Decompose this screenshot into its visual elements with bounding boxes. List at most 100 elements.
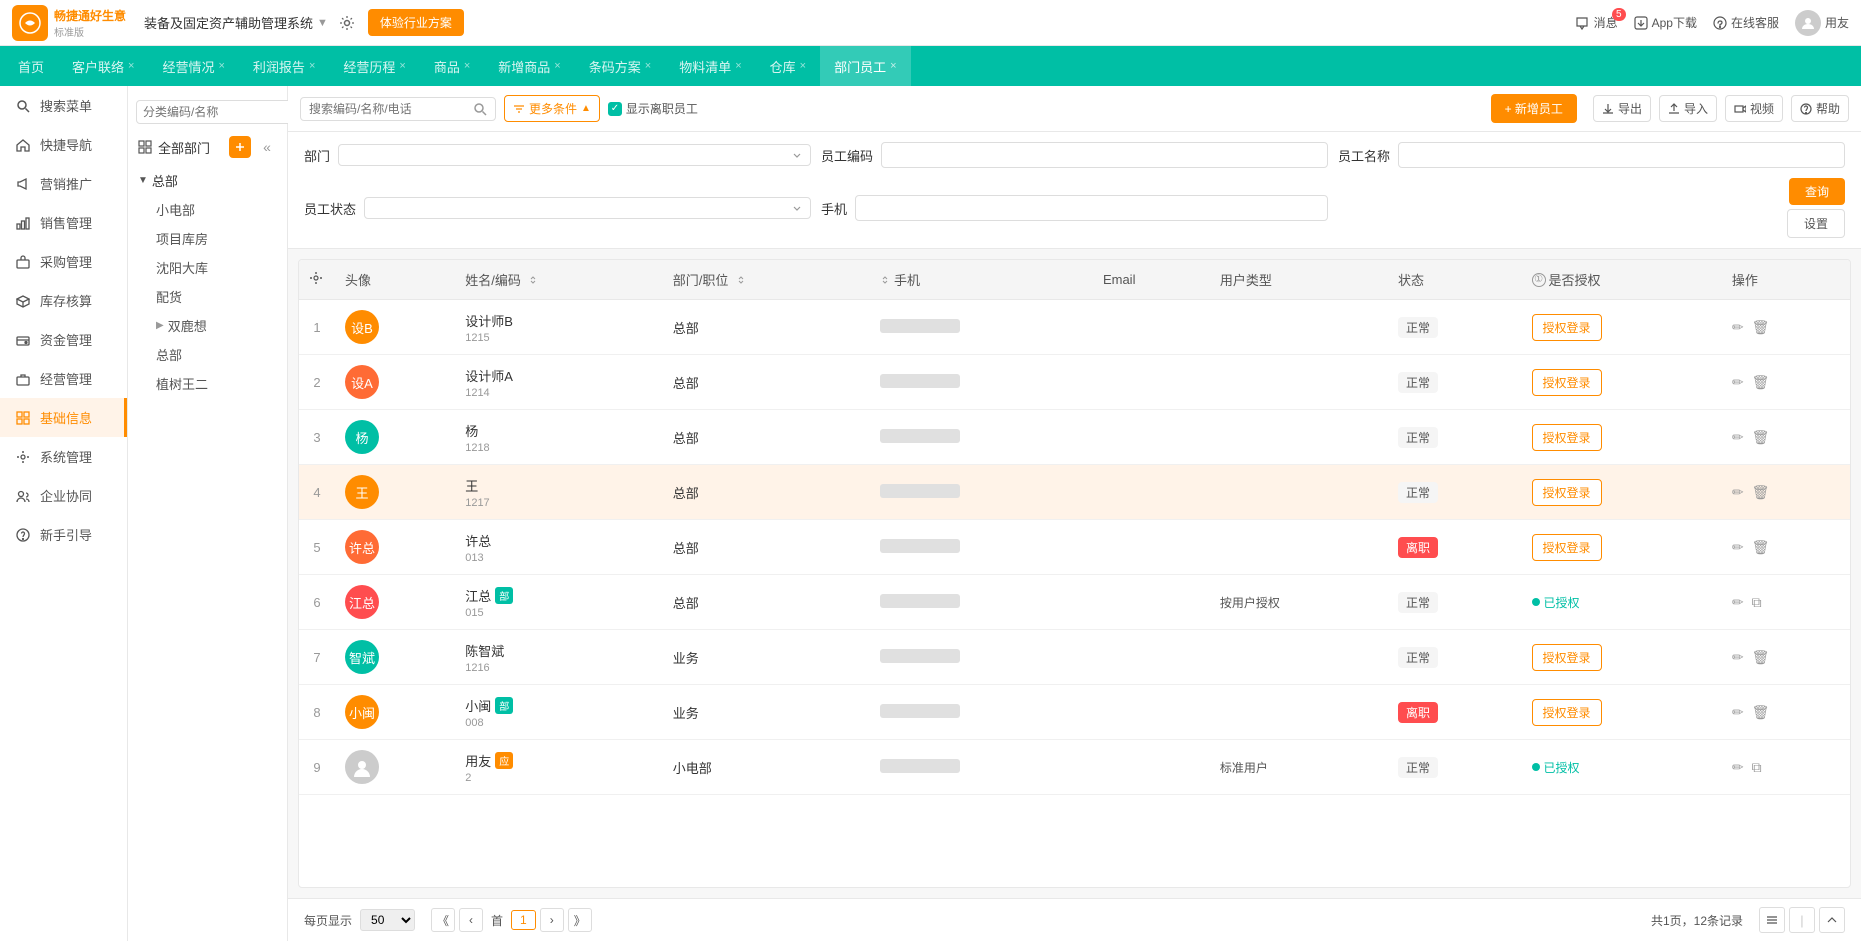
dropdown-arrow-icon[interactable]: ▼ <box>317 17 328 29</box>
tab-close-icon[interactable]: × <box>309 60 315 72</box>
user-menu[interactable]: 用友 <box>1795 10 1849 36</box>
auth-button[interactable]: 授权登录 <box>1532 699 1602 726</box>
tab-close-icon[interactable]: × <box>800 60 806 72</box>
dept-node-project[interactable]: 项目库房 <box>128 224 287 253</box>
app-download-button[interactable]: App下载 <box>1634 14 1697 31</box>
tab-close-icon[interactable]: × <box>218 60 224 72</box>
page-last-button[interactable]: 》 <box>568 908 592 932</box>
auth-button[interactable]: 授权登录 <box>1532 479 1602 506</box>
page-next-button[interactable]: › <box>540 908 564 932</box>
edit-icon[interactable]: ✏ <box>1732 539 1744 556</box>
page-first-button[interactable]: 《 <box>431 908 455 932</box>
tab-operation[interactable]: 经营情况 × <box>148 46 238 86</box>
th-phone[interactable]: 手机 <box>870 260 1093 300</box>
sidebar-item-sales[interactable]: 销售管理 <box>0 203 127 242</box>
settings-icon[interactable] <box>334 10 360 36</box>
dept-node-distribution[interactable]: 配货 <box>128 282 287 311</box>
auth-button[interactable]: 授权登录 <box>1532 369 1602 396</box>
more-filter-button[interactable]: 更多条件 ▲ <box>504 95 600 122</box>
sidebar-item-finance[interactable]: 资金管理 <box>0 320 127 359</box>
dept-search-input[interactable] <box>136 100 305 124</box>
delete-icon[interactable]: 🗑 <box>1752 374 1770 391</box>
edit-icon[interactable]: ✏ <box>1732 319 1744 336</box>
th-settings[interactable] <box>299 260 335 300</box>
auth-button[interactable]: 授权登录 <box>1532 314 1602 341</box>
emp-status-select[interactable] <box>364 197 811 219</box>
sidebar-item-search[interactable]: 搜索菜单 <box>0 86 127 125</box>
tab-customer[interactable]: 客户联络 × <box>58 46 148 86</box>
edit-icon[interactable]: ✏ <box>1732 484 1744 501</box>
delete-icon[interactable]: 🗑 <box>1752 319 1770 336</box>
sidebar-item-guide[interactable]: 新手引导 <box>0 515 127 554</box>
show-resigned-checkbox[interactable]: ✓ 显示离职员工 <box>608 100 698 117</box>
delete-icon[interactable]: 🗑 <box>1752 484 1770 501</box>
sidebar-item-system[interactable]: 系统管理 <box>0 437 127 476</box>
dept-node-small-elec[interactable]: 小电部 <box>128 195 287 224</box>
th-name-code[interactable]: 姓名/编码 <box>455 260 663 300</box>
help-button[interactable]: 帮助 <box>1791 95 1849 122</box>
tab-close-icon[interactable]: × <box>464 60 470 72</box>
tab-history[interactable]: 经营历程 × <box>329 46 419 86</box>
tab-goods[interactable]: 商品 × <box>420 46 484 86</box>
sidebar-item-basic-info[interactable]: 基础信息 <box>0 398 127 437</box>
tab-close-icon[interactable]: × <box>399 60 405 72</box>
import-button[interactable]: 导入 <box>1659 95 1717 122</box>
dept-node-shenyang[interactable]: 沈阳大库 <box>128 253 287 282</box>
delete-icon[interactable]: 🗑 <box>1752 649 1770 666</box>
auth-button[interactable]: 授权登录 <box>1532 424 1602 451</box>
dept-node-plant[interactable]: 植树王二 <box>128 369 287 398</box>
page-size-select[interactable]: 50 20 100 <box>360 909 415 931</box>
tab-home[interactable]: 首页 <box>4 46 58 86</box>
page-current[interactable]: 1 <box>511 910 536 930</box>
edit-icon[interactable]: ✏ <box>1732 594 1744 611</box>
tab-profit[interactable]: 利润报告 × <box>239 46 329 86</box>
online-service-button[interactable]: 在线客服 <box>1713 14 1779 31</box>
sidebar-item-marketing[interactable]: 营销推广 <box>0 164 127 203</box>
edit-icon[interactable]: ✏ <box>1732 429 1744 446</box>
edit-icon[interactable]: ✏ <box>1732 759 1744 776</box>
edit-icon[interactable]: ✏ <box>1732 704 1744 721</box>
tab-new-goods[interactable]: 新增商品 × <box>484 46 574 86</box>
edit-view-button[interactable] <box>1819 907 1845 933</box>
sidebar-item-purchase[interactable]: 采购管理 <box>0 242 127 281</box>
page-prev-button[interactable]: ‹ <box>459 908 483 932</box>
dept-node-shuanglu[interactable]: ▶ 双鹿想 <box>128 311 287 340</box>
auth-button[interactable]: 授权登录 <box>1532 534 1602 561</box>
export-button[interactable]: 导出 <box>1593 95 1651 122</box>
trial-button[interactable]: 体验行业方案 <box>368 9 464 36</box>
view-button[interactable]: 视频 <box>1725 95 1783 122</box>
auth-button[interactable]: 授权登录 <box>1532 644 1602 671</box>
phone-input[interactable] <box>855 195 1328 221</box>
dept-select[interactable] <box>338 144 811 166</box>
dept-collapse-icon[interactable]: « <box>257 137 277 157</box>
tab-close-icon[interactable]: × <box>645 60 651 72</box>
tab-close-icon[interactable]: × <box>735 60 741 72</box>
copy-icon[interactable]: ⧉ <box>1752 594 1762 611</box>
dept-node-root[interactable]: ▼ 总部 <box>128 166 287 195</box>
sidebar-item-management[interactable]: 经营管理 <box>0 359 127 398</box>
tab-close-icon[interactable]: × <box>890 60 896 72</box>
table-view-button[interactable] <box>1759 907 1785 933</box>
sidebar-item-quick-nav[interactable]: 快捷导航 <box>0 125 127 164</box>
copy-icon[interactable]: ⧉ <box>1752 759 1762 776</box>
query-button[interactable]: 查询 <box>1789 178 1845 205</box>
edit-icon[interactable]: ✏ <box>1732 649 1744 666</box>
reset-button[interactable]: 设置 <box>1787 209 1845 238</box>
sidebar-item-collab[interactable]: 企业协同 <box>0 476 127 515</box>
tab-close-icon[interactable]: × <box>554 60 560 72</box>
dept-add-icon[interactable] <box>229 136 251 158</box>
tab-dept-employee[interactable]: 部门员工 × <box>820 46 910 86</box>
tab-bom[interactable]: 物料清单 × <box>665 46 755 86</box>
emp-name-input[interactable] <box>1398 142 1845 168</box>
emp-code-input[interactable] <box>881 142 1328 168</box>
add-employee-button[interactable]: + 新增员工 <box>1491 94 1577 123</box>
tab-close-icon[interactable]: × <box>128 60 134 72</box>
th-dept-pos[interactable]: 部门/职位 <box>663 260 871 300</box>
dept-node-headquarter[interactable]: 总部 <box>128 340 287 369</box>
tab-barcode[interactable]: 条码方案 × <box>575 46 665 86</box>
edit-icon[interactable]: ✏ <box>1732 374 1744 391</box>
message-button[interactable]: 消息 5 <box>1574 14 1618 31</box>
delete-icon[interactable]: 🗑 <box>1752 539 1770 556</box>
delete-icon[interactable]: 🗑 <box>1752 429 1770 446</box>
sidebar-item-inventory[interactable]: 库存核算 <box>0 281 127 320</box>
